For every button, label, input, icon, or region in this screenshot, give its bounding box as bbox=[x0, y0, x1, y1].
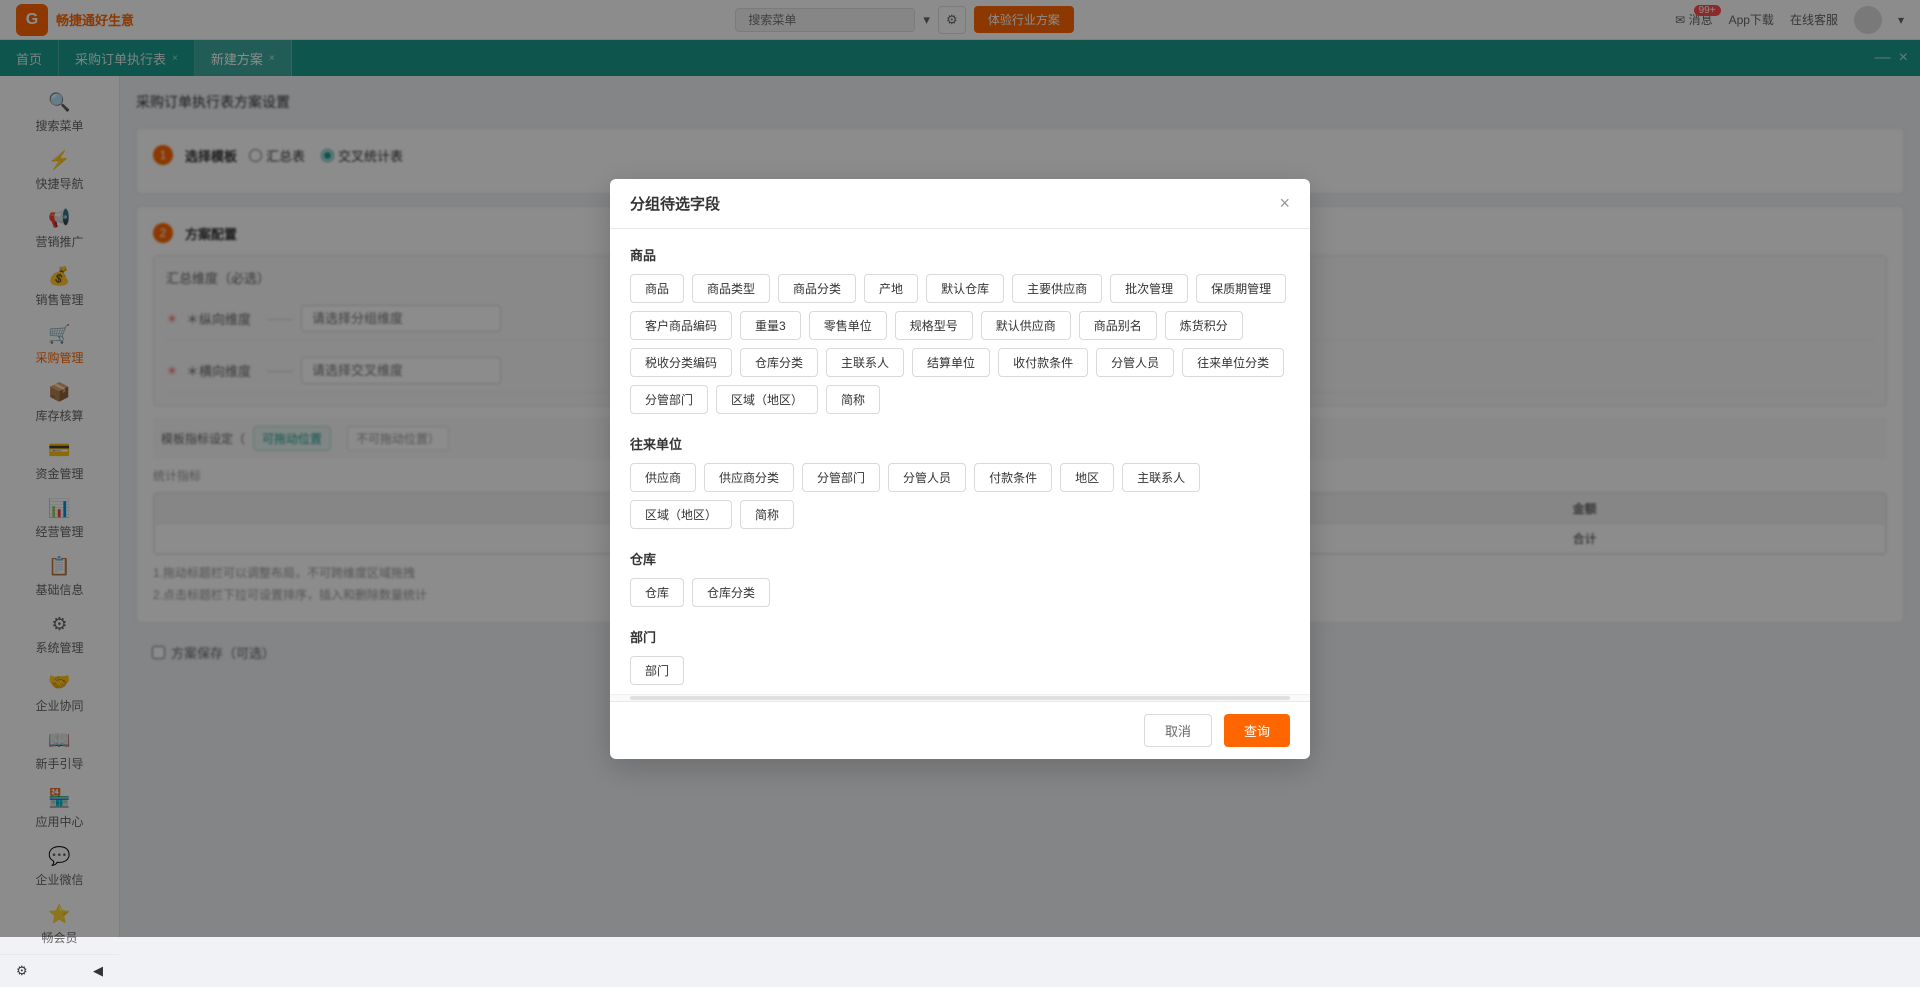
field-tag-partner-2[interactable]: 分管部门 bbox=[802, 463, 880, 492]
field-tag-goods-4[interactable]: 默认仓库 bbox=[926, 274, 1004, 303]
field-tag-warehouse-0[interactable]: 仓库 bbox=[630, 578, 684, 607]
field-tag-goods-13[interactable]: 商品别名 bbox=[1079, 311, 1157, 340]
field-section-dept-title: 部门 bbox=[630, 627, 1290, 646]
field-tag-goods-21[interactable]: 往来单位分类 bbox=[1182, 348, 1284, 377]
field-tag-goods-18[interactable]: 结算单位 bbox=[912, 348, 990, 377]
field-tag-goods-11[interactable]: 规格型号 bbox=[895, 311, 973, 340]
field-tag-partner-6[interactable]: 主联系人 bbox=[1122, 463, 1200, 492]
field-tag-goods-2[interactable]: 商品分类 bbox=[778, 274, 856, 303]
field-tag-goods-20[interactable]: 分管人员 bbox=[1096, 348, 1174, 377]
field-tag-partner-0[interactable]: 供应商 bbox=[630, 463, 696, 492]
field-section-partner: 往来单位 供应商 供应商分类 分管部门 分管人员 付款条件 地区 主联系人 区域… bbox=[630, 434, 1290, 529]
field-tag-dept-0[interactable]: 部门 bbox=[630, 656, 684, 685]
modal-title: 分组待选字段 bbox=[630, 193, 720, 214]
field-section-dept: 部门 部门 bbox=[630, 627, 1290, 685]
field-tag-partner-1[interactable]: 供应商分类 bbox=[704, 463, 794, 492]
field-tag-warehouse-1[interactable]: 仓库分类 bbox=[692, 578, 770, 607]
field-tag-goods-19[interactable]: 收付款条件 bbox=[998, 348, 1088, 377]
field-tag-goods-16[interactable]: 仓库分类 bbox=[740, 348, 818, 377]
modal-header: 分组待选字段 × bbox=[610, 179, 1310, 229]
field-tag-goods-1[interactable]: 商品类型 bbox=[692, 274, 770, 303]
field-tag-goods-3[interactable]: 产地 bbox=[864, 274, 918, 303]
field-tag-goods-12[interactable]: 默认供应商 bbox=[981, 311, 1071, 340]
field-tag-goods-23[interactable]: 区域（地区） bbox=[716, 385, 818, 414]
modal-footer: 取消 查询 bbox=[610, 701, 1310, 759]
field-section-warehouse: 仓库 仓库 仓库分类 bbox=[630, 549, 1290, 607]
field-tag-goods-10[interactable]: 零售单位 bbox=[809, 311, 887, 340]
modal-overlay: 分组待选字段 × 商品 商品 商品类型 商品分类 产地 默认仓库 主要供应商 批… bbox=[0, 0, 1920, 937]
field-tag-partner-4[interactable]: 付款条件 bbox=[974, 463, 1052, 492]
field-tags-dept: 部门 bbox=[630, 656, 1290, 685]
field-tag-goods-17[interactable]: 主联系人 bbox=[826, 348, 904, 377]
field-tags-warehouse: 仓库 仓库分类 bbox=[630, 578, 1290, 607]
field-tag-goods-7[interactable]: 保质期管理 bbox=[1196, 274, 1286, 303]
field-tag-goods-9[interactable]: 重量3 bbox=[740, 311, 801, 340]
field-tags-goods: 商品 商品类型 商品分类 产地 默认仓库 主要供应商 批次管理 保质期管理 客户… bbox=[630, 274, 1290, 414]
field-tag-goods-24[interactable]: 简称 bbox=[826, 385, 880, 414]
field-section-goods-title: 商品 bbox=[630, 245, 1290, 264]
sidebar-collapse-icon[interactable]: ◀ bbox=[93, 963, 103, 979]
modal-body: 商品 商品 商品类型 商品分类 产地 默认仓库 主要供应商 批次管理 保质期管理… bbox=[610, 229, 1310, 694]
field-tag-goods-8[interactable]: 客户商品编码 bbox=[630, 311, 732, 340]
field-tag-goods-5[interactable]: 主要供应商 bbox=[1012, 274, 1102, 303]
field-section-goods: 商品 商品 商品类型 商品分类 产地 默认仓库 主要供应商 批次管理 保质期管理… bbox=[630, 245, 1290, 414]
field-section-warehouse-title: 仓库 bbox=[630, 549, 1290, 568]
modal-dialog: 分组待选字段 × 商品 商品 商品类型 商品分类 产地 默认仓库 主要供应商 批… bbox=[610, 179, 1310, 759]
cancel-button[interactable]: 取消 bbox=[1144, 714, 1212, 747]
field-tag-partner-5[interactable]: 地区 bbox=[1060, 463, 1114, 492]
field-tag-goods-14[interactable]: 炼货积分 bbox=[1165, 311, 1243, 340]
modal-hscroll-bar[interactable] bbox=[610, 694, 1310, 701]
field-tag-goods-22[interactable]: 分管部门 bbox=[630, 385, 708, 414]
field-section-partner-title: 往来单位 bbox=[630, 434, 1290, 453]
field-tag-partner-3[interactable]: 分管人员 bbox=[888, 463, 966, 492]
sidebar-bottom: ⚙ ◀ bbox=[0, 954, 119, 987]
field-tag-goods-6[interactable]: 批次管理 bbox=[1110, 274, 1188, 303]
modal-close-button[interactable]: × bbox=[1279, 193, 1290, 214]
sidebar-settings-icon[interactable]: ⚙ bbox=[16, 963, 28, 979]
field-tags-partner: 供应商 供应商分类 分管部门 分管人员 付款条件 地区 主联系人 区域（地区） … bbox=[630, 463, 1290, 529]
modal-hscroll-track bbox=[630, 696, 1290, 700]
field-tag-partner-8[interactable]: 简称 bbox=[740, 500, 794, 529]
field-tag-partner-7[interactable]: 区域（地区） bbox=[630, 500, 732, 529]
confirm-button[interactable]: 查询 bbox=[1224, 714, 1290, 747]
field-tag-goods-0[interactable]: 商品 bbox=[630, 274, 684, 303]
field-tag-goods-15[interactable]: 税收分类编码 bbox=[630, 348, 732, 377]
